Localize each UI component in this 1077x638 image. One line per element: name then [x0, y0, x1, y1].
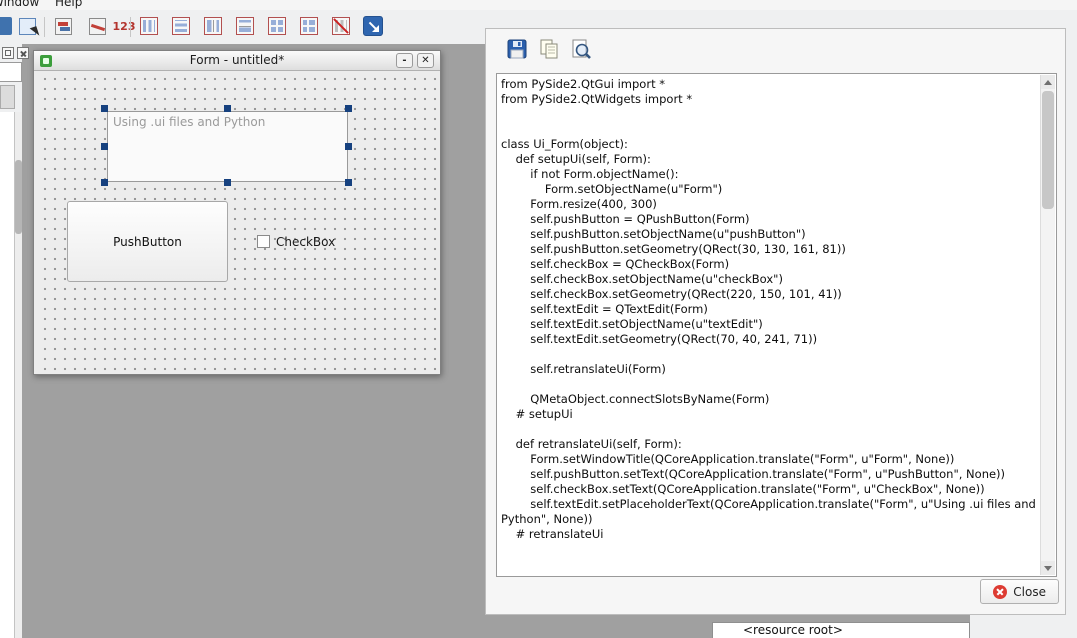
edit-buddies-icon[interactable]: [84, 13, 110, 39]
widget-box-scrollbar[interactable]: [15, 112, 22, 638]
widget-box-list-fragment[interactable]: [0, 112, 15, 638]
toolbar-separator: [130, 17, 131, 37]
code-text[interactable]: from PySide2.QtGui import * from PySide2…: [501, 77, 1036, 573]
close-button[interactable]: Close: [980, 579, 1059, 604]
scroll-up-arrow-shape: [1044, 80, 1052, 85]
scroll-down-icon[interactable]: [1041, 561, 1055, 575]
scroll-down-arrow-shape: [1044, 566, 1052, 571]
layout-horizontal-icon-shape: [140, 17, 158, 35]
close-button-icon: [993, 585, 1007, 599]
form-window[interactable]: Form - untitled* - ✕ Using .ui files and…: [33, 50, 441, 375]
resource-root-label: <resource root>: [743, 623, 843, 637]
close-button-label: Close: [1013, 585, 1046, 599]
pushbutton-widget[interactable]: PushButton: [67, 201, 228, 282]
menu-help[interactable]: Help: [55, 0, 82, 9]
menu-bar: Window Help: [0, 0, 1077, 10]
break-layout-icon[interactable]: [328, 13, 354, 39]
layout-horizontal-icon[interactable]: [136, 13, 162, 39]
adjust-size-icon[interactable]: [360, 13, 386, 39]
adjust-size-icon-shape: [363, 16, 383, 36]
edit-widgets-icon-shape: [19, 18, 36, 35]
form-minimize-button[interactable]: -: [396, 53, 413, 68]
checkbox-indicator[interactable]: [257, 235, 270, 248]
form-window-title: Form - untitled*: [34, 53, 440, 67]
dock-float-icon[interactable]: [2, 47, 14, 59]
scroll-up-icon[interactable]: [1041, 75, 1055, 89]
copy-icon-shape: [537, 37, 561, 61]
selection-handle-top-middle[interactable]: [224, 105, 231, 112]
dock-float-icon-shape: [5, 50, 11, 56]
code-dialog-toolbar: [486, 29, 1065, 69]
widget-box-scrollbar-thumb[interactable]: [15, 160, 22, 234]
edit-tab-order-icon[interactable]: 123: [111, 13, 137, 39]
checkbox-widget[interactable]: CheckBox: [257, 221, 358, 262]
checkbox-label: CheckBox: [276, 235, 335, 249]
save-icon[interactable]: [504, 36, 530, 62]
layout-form-icon[interactable]: [296, 13, 322, 39]
edit-buddies-icon-shape: [89, 18, 106, 35]
layout-vertical-icon[interactable]: [168, 13, 194, 39]
qt-designer-window: Window Help 123 Form - untitled* -: [0, 0, 1077, 638]
resource-root-item[interactable]: <resource root>: [712, 622, 970, 638]
tab-order-label: 123: [113, 20, 136, 33]
selection-handle-middle-right[interactable]: [345, 143, 352, 150]
selection-handle-bottom-middle[interactable]: [224, 179, 231, 186]
layout-form-icon-shape: [300, 17, 318, 35]
find-icon[interactable]: [568, 36, 594, 62]
save-icon-shape: [505, 37, 529, 61]
scrollbar-thumb[interactable]: [1042, 91, 1054, 209]
code-preview-dialog: from PySide2.QtGui import * from PySide2…: [485, 28, 1066, 615]
edit-signals-slots-icon-shape: [55, 18, 72, 35]
layout-horizontal-splitter-icon[interactable]: [200, 13, 226, 39]
layout-horizontal-splitter-icon-shape: [204, 17, 222, 35]
layout-grid-icon[interactable]: [264, 13, 290, 39]
toolbar-separator: [44, 17, 45, 37]
code-editor[interactable]: from PySide2.QtGui import * from PySide2…: [496, 73, 1057, 577]
selection-handle-bottom-left[interactable]: [101, 179, 108, 186]
layout-vertical-splitter-icon[interactable]: [232, 13, 258, 39]
menu-window[interactable]: Window: [0, 0, 39, 9]
edit-signals-slots-icon[interactable]: [50, 13, 76, 39]
dock-close-icon[interactable]: [17, 47, 29, 59]
widget-filter-input[interactable]: [0, 62, 22, 82]
form-canvas[interactable]: Using .ui files and Python PushButton Ch…: [37, 71, 437, 371]
selection-handle-top-right[interactable]: [345, 105, 352, 112]
layout-grid-icon-shape: [268, 17, 286, 35]
dock-close-icon-shape: [18, 48, 28, 58]
textedit-placeholder: Using .ui files and Python: [113, 115, 265, 129]
selection-handle-middle-left[interactable]: [101, 143, 108, 150]
copy-icon[interactable]: [536, 36, 562, 62]
edit-widgets-icon[interactable]: [14, 13, 40, 39]
widget-box-header-fragment: [0, 85, 15, 109]
selection-handle-top-left[interactable]: [101, 105, 108, 112]
code-vertical-scrollbar[interactable]: [1040, 75, 1055, 575]
selection-handle-bottom-right[interactable]: [345, 179, 352, 186]
form-window-titlebar[interactable]: Form - untitled* - ✕: [34, 51, 440, 71]
layout-vertical-splitter-icon-shape: [236, 17, 254, 35]
bottom-right-panel-fragment: [970, 615, 1077, 638]
textedit-widget[interactable]: Using .ui files and Python: [107, 111, 348, 182]
break-layout-icon-shape: [332, 17, 350, 35]
form-close-button[interactable]: ✕: [417, 53, 434, 68]
find-icon-shape: [569, 37, 593, 61]
layout-vertical-icon-shape: [172, 17, 190, 35]
clipped-icon-shape: [0, 17, 12, 35]
